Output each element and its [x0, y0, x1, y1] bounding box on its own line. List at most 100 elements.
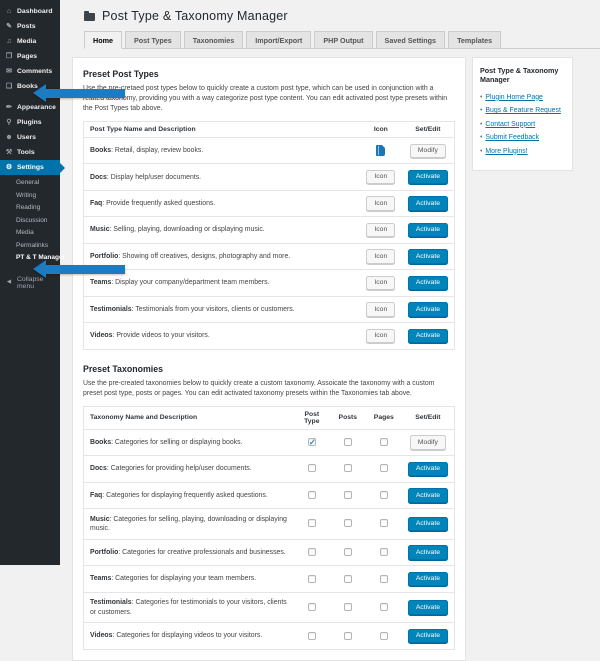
collapse-arrow-icon: ◀ [5, 280, 13, 286]
sidebar-item-media[interactable]: ♫Media [0, 34, 60, 49]
activate-button[interactable]: Activate [408, 302, 448, 316]
sidebar-item-settings[interactable]: ⚙Settings [0, 160, 60, 175]
modify-button[interactable]: Modify [410, 435, 446, 449]
pages-checkbox[interactable] [380, 632, 388, 640]
submenu-item-reading[interactable]: Reading [0, 202, 60, 215]
post_type-cell [294, 509, 330, 540]
post-type-checkbox[interactable] [308, 548, 316, 556]
info-link-bugs-feature-request[interactable]: Bugs & Feature Request [485, 107, 560, 116]
info-link-plugin-home-page[interactable]: Plugin Home Page [485, 94, 542, 103]
pages-checkbox[interactable] [380, 491, 388, 499]
sidebar-item-users[interactable]: ☻Users [0, 130, 60, 145]
pages-checkbox[interactable] [380, 464, 388, 472]
submenu-item-permalinks[interactable]: Permalinks [0, 240, 60, 253]
post-type-checkbox[interactable] [308, 464, 316, 472]
settings-icon: ⚙ [5, 164, 13, 171]
sidebar-item-dashboard[interactable]: ⌂Dashboard [0, 4, 60, 19]
submenu-item-media[interactable]: Media [0, 227, 60, 240]
icon-button[interactable]: Icon [366, 302, 395, 316]
sidebar-item-comments[interactable]: ✉Comments [0, 64, 60, 79]
icon-cell: Icon [360, 270, 402, 296]
taxonomy-description: Docs: Categories for providing help/user… [84, 456, 294, 482]
posts-cell [330, 592, 366, 623]
pages-cell [366, 429, 402, 455]
pages-cell [366, 623, 402, 649]
post-type-checkbox[interactable] [308, 603, 316, 611]
icon-cell: Icon [360, 164, 402, 190]
post-type-checkbox[interactable] [308, 438, 316, 446]
pages-checkbox[interactable] [380, 603, 388, 611]
set-edit-cell: Modify [402, 138, 455, 164]
activate-button[interactable]: Activate [408, 170, 448, 184]
taxonomy-row: Docs: Categories for providing help/user… [84, 456, 455, 482]
post-types-table: Post Type Name and DescriptionIconSet/Ed… [83, 121, 455, 350]
activate-button[interactable]: Activate [408, 462, 448, 476]
icon-button[interactable]: Icon [366, 170, 395, 184]
tab-import-export[interactable]: Import/Export [246, 31, 311, 49]
info-link-more-plugins-[interactable]: More Plugins! [485, 148, 527, 157]
icon-button[interactable]: Icon [366, 276, 395, 290]
pages-checkbox[interactable] [380, 438, 388, 446]
activate-button[interactable]: Activate [408, 276, 448, 290]
tab-saved-settings[interactable]: Saved Settings [376, 31, 446, 49]
info-link-submit-feedback[interactable]: Submit Feedback [485, 134, 539, 143]
posts-checkbox[interactable] [344, 519, 352, 527]
activate-button[interactable]: Activate [408, 600, 448, 614]
modify-button[interactable]: Modify [410, 144, 446, 158]
set-edit-cell: Activate [402, 217, 455, 243]
media-icon: ♫ [5, 38, 13, 45]
post-type-checkbox[interactable] [308, 575, 316, 583]
sidebar-item-posts[interactable]: ✎Posts [0, 19, 60, 34]
activate-button[interactable]: Activate [408, 329, 448, 343]
post-type-checkbox[interactable] [308, 491, 316, 499]
tab-home[interactable]: Home [84, 31, 122, 49]
posts-cell [330, 482, 366, 508]
icon-button[interactable]: Icon [366, 223, 395, 237]
posts-checkbox[interactable] [344, 548, 352, 556]
posts-checkbox[interactable] [344, 575, 352, 583]
post-type-checkbox[interactable] [308, 632, 316, 640]
pages-checkbox[interactable] [380, 548, 388, 556]
sidebar-item-tools[interactable]: ⚒Tools [0, 145, 60, 160]
activate-button[interactable]: Activate [408, 249, 448, 263]
activate-button[interactable]: Activate [408, 196, 448, 210]
sidebar-item-plugins[interactable]: ⚲Plugins [0, 115, 60, 130]
icon-button[interactable]: Icon [366, 329, 395, 343]
post-type-checkbox[interactable] [308, 519, 316, 527]
post-type-row: Videos: Provide videos to your visitors.… [84, 323, 455, 349]
sidebar-item-pages[interactable]: ❐Pages [0, 49, 60, 64]
posts-checkbox[interactable] [344, 603, 352, 611]
posts-checkbox[interactable] [344, 632, 352, 640]
tab-post-types[interactable]: Post Types [125, 31, 181, 49]
post-type-description: Testimonials: Testimonials from your vis… [84, 296, 360, 322]
activate-button[interactable]: Activate [408, 488, 448, 502]
set-edit-cell: Activate [402, 323, 455, 349]
icon-cell: Icon [360, 323, 402, 349]
posts-checkbox[interactable] [344, 464, 352, 472]
activate-button[interactable]: Activate [408, 223, 448, 237]
posts-checkbox[interactable] [344, 438, 352, 446]
submenu-item-discussion[interactable]: Discussion [0, 215, 60, 228]
activate-button[interactable]: Activate [408, 545, 448, 559]
pages-checkbox[interactable] [380, 575, 388, 583]
taxonomy-row: Testimonials: Categories for testimonial… [84, 592, 455, 623]
sidebar-item-appearance[interactable]: ✏Appearance [0, 100, 60, 115]
icon-button[interactable]: Icon [366, 249, 395, 263]
submenu-item-writing[interactable]: Writing [0, 190, 60, 203]
submenu-item-general[interactable]: General [0, 177, 60, 190]
set-edit-cell: Activate [402, 243, 455, 269]
post_type-cell [294, 456, 330, 482]
tab-templates[interactable]: Templates [448, 31, 501, 49]
tab-taxonomies[interactable]: Taxonomies [184, 31, 243, 49]
activate-button[interactable]: Activate [408, 517, 448, 531]
activate-button[interactable]: Activate [408, 629, 448, 643]
posts-checkbox[interactable] [344, 491, 352, 499]
tab-php-output[interactable]: PHP Output [314, 31, 372, 49]
activate-button[interactable]: Activate [408, 572, 448, 586]
info-link-contact-support[interactable]: Contact Support [485, 121, 535, 130]
set-edit-cell: Activate [402, 509, 455, 540]
pages-icon: ❐ [5, 53, 13, 60]
icon-button[interactable]: Icon [366, 196, 395, 210]
settings-submenu: GeneralWritingReadingDiscussionMediaPerm… [0, 175, 60, 267]
pages-checkbox[interactable] [380, 519, 388, 527]
